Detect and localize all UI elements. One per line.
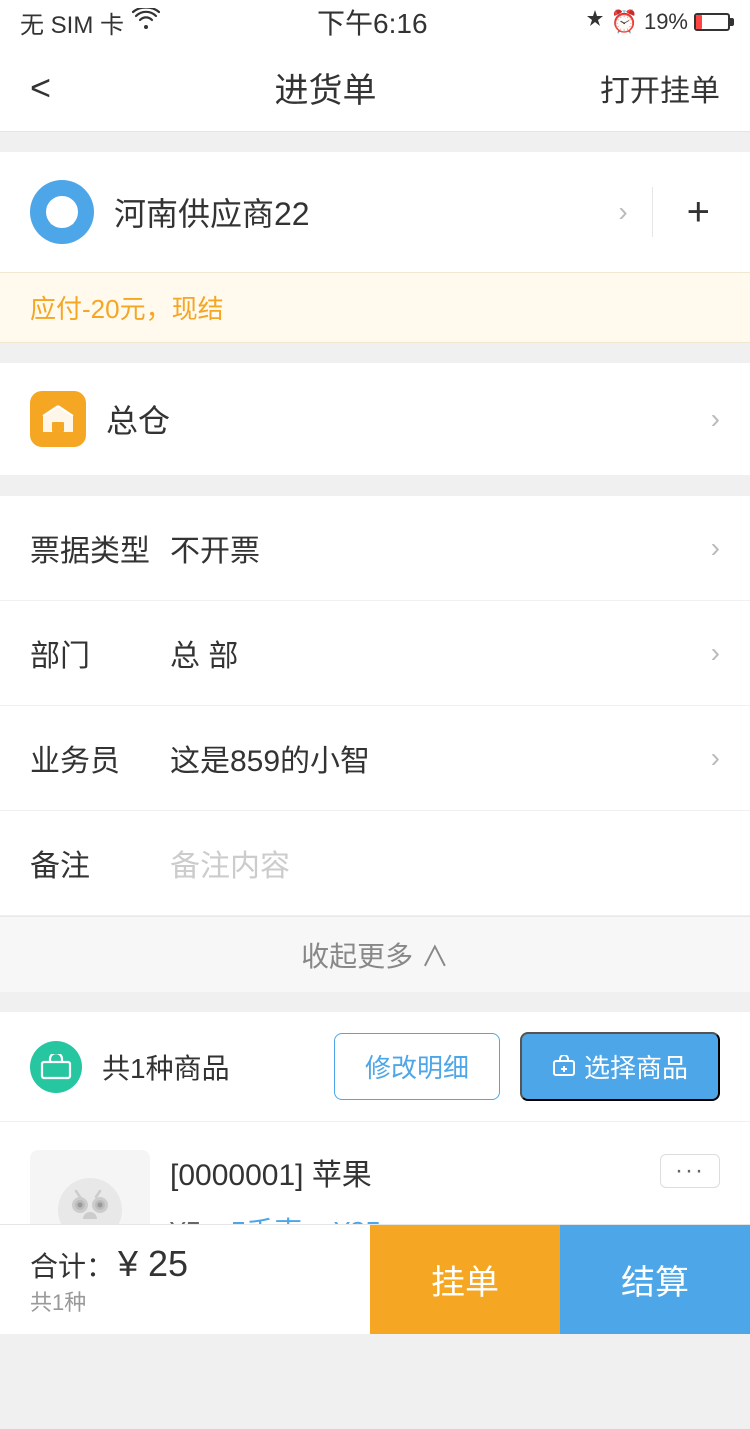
gap4 bbox=[0, 992, 750, 1012]
status-right: ⏰ 19% bbox=[585, 9, 730, 35]
alarm-icon: ⏰ bbox=[611, 9, 638, 35]
product-name: [0000001] 苹果 bbox=[170, 1150, 640, 1194]
department-label: 部门 bbox=[30, 631, 160, 675]
total-section: 合计： ¥ 25 共1种 bbox=[0, 1225, 370, 1334]
vertical-divider bbox=[652, 187, 653, 237]
warehouse-section: 总仓 › bbox=[0, 363, 750, 476]
status-left: 无 SIM 卡 bbox=[20, 5, 160, 40]
status-time: 下午6:16 bbox=[317, 2, 428, 42]
notice-bar: 应付-20元，现结 bbox=[0, 272, 750, 343]
total-label: 合计： bbox=[30, 1245, 114, 1285]
product-more-button[interactable]: ··· bbox=[660, 1154, 720, 1188]
bottom-bar: 合计： ¥ 25 共1种 挂单 结算 bbox=[0, 1224, 750, 1334]
salesperson-chevron-icon: › bbox=[711, 742, 720, 774]
warehouse-row[interactable]: 总仓 › bbox=[0, 363, 750, 476]
department-row[interactable]: 部门 总 部 › bbox=[0, 601, 750, 706]
gap2 bbox=[0, 343, 750, 363]
department-chevron-icon: › bbox=[711, 637, 720, 669]
location-icon bbox=[585, 9, 605, 35]
total-amount: ¥ 25 bbox=[118, 1243, 188, 1285]
supplier-avatar bbox=[30, 180, 94, 244]
page-title: 进货单 bbox=[275, 63, 377, 112]
salesperson-value: 这是859的小智 bbox=[160, 736, 711, 780]
remark-input[interactable]: 备注内容 bbox=[160, 841, 720, 885]
ticket-type-chevron-icon: › bbox=[711, 532, 720, 564]
back-button[interactable]: < bbox=[30, 67, 51, 109]
wifi-icon bbox=[132, 8, 160, 37]
remark-row[interactable]: 备注 备注内容 bbox=[0, 811, 750, 916]
supplier-section: 河南供应商22 › + 应付-20元，现结 bbox=[0, 152, 750, 343]
gap3 bbox=[0, 476, 750, 496]
products-header: 共1种商品 修改明细 选择商品 bbox=[0, 1012, 750, 1122]
warehouse-icon bbox=[30, 391, 86, 447]
notice-text: 应付-20元，现结 bbox=[30, 294, 224, 324]
pend-button[interactable]: 挂单 bbox=[370, 1225, 560, 1334]
open-pending-button[interactable]: 打开挂单 bbox=[600, 66, 720, 110]
remark-label: 备注 bbox=[30, 841, 160, 885]
total-sub: 共1种 bbox=[30, 1285, 340, 1317]
carrier-text: 无 SIM 卡 bbox=[20, 5, 124, 40]
select-product-button[interactable]: 选择商品 bbox=[520, 1032, 720, 1101]
products-count: 共1种商品 bbox=[102, 1047, 314, 1087]
supplier-row[interactable]: 河南供应商22 › + bbox=[0, 152, 750, 272]
salesperson-label: 业务员 bbox=[30, 736, 160, 780]
salesperson-row[interactable]: 业务员 这是859的小智 › bbox=[0, 706, 750, 811]
status-bar: 无 SIM 卡 下午6:16 ⏰ 19% bbox=[0, 0, 750, 44]
avatar-face-icon bbox=[44, 194, 80, 230]
supplier-name: 河南供应商22 bbox=[114, 189, 618, 235]
collapse-bar[interactable]: 收起更多 ∧ bbox=[0, 916, 750, 992]
checkout-button[interactable]: 结算 bbox=[560, 1225, 750, 1334]
warehouse-name: 总仓 bbox=[106, 396, 711, 442]
warehouse-chevron-icon: › bbox=[711, 403, 720, 435]
add-button[interactable]: + bbox=[677, 190, 720, 235]
form-section: 票据类型 不开票 › 部门 总 部 › 业务员 这是859的小智 › 备注 备注… bbox=[0, 496, 750, 916]
collapse-label: 收起更多 ∧ bbox=[301, 935, 449, 975]
department-value: 总 部 bbox=[160, 631, 711, 675]
ticket-type-row[interactable]: 票据类型 不开票 › bbox=[0, 496, 750, 601]
select-product-label: 选择商品 bbox=[584, 1048, 688, 1085]
nav-bar: < 进货单 打开挂单 bbox=[0, 44, 750, 132]
battery-icon bbox=[694, 9, 730, 35]
edit-detail-button[interactable]: 修改明细 bbox=[334, 1033, 500, 1100]
product-code: [0000001] bbox=[170, 1159, 303, 1192]
gap1 bbox=[0, 132, 750, 152]
supplier-chevron-icon: › bbox=[618, 196, 627, 228]
ticket-type-label: 票据类型 bbox=[30, 526, 160, 570]
battery-percentage: 19% bbox=[644, 9, 688, 35]
ticket-type-value: 不开票 bbox=[160, 526, 711, 570]
products-icon bbox=[30, 1041, 82, 1093]
